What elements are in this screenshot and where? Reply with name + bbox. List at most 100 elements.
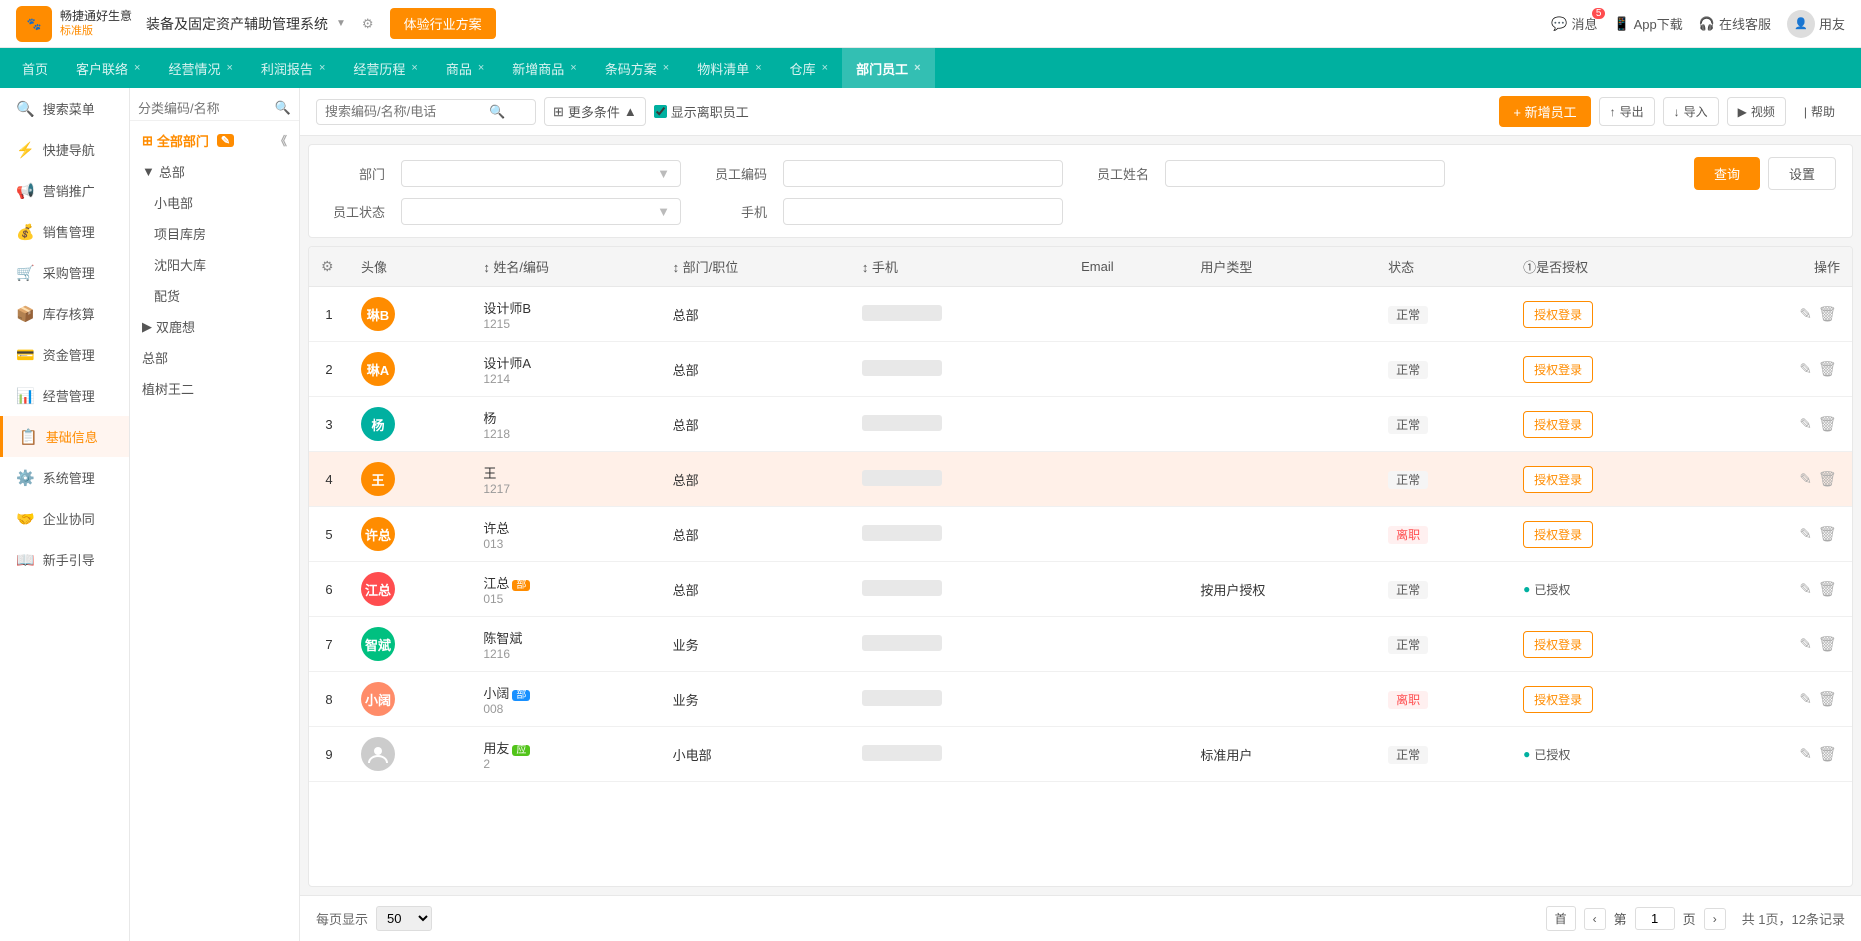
- nav-tab-经营历程[interactable]: 经营历程×: [339, 48, 431, 88]
- message-item[interactable]: 💬 消息 5: [1551, 14, 1597, 33]
- next-page-btn[interactable]: ›: [1704, 908, 1726, 930]
- nav-tab-首页[interactable]: 首页: [8, 48, 62, 88]
- set-btn[interactable]: 设置: [1768, 157, 1836, 190]
- col-setting-icon[interactable]: ⚙: [321, 258, 334, 274]
- left-nav-采购管理[interactable]: 🛒采购管理: [0, 252, 129, 293]
- th-setting[interactable]: ⚙: [309, 247, 349, 287]
- auth-login-btn[interactable]: 授权登录: [1523, 356, 1593, 383]
- dept-all-header[interactable]: ⊞ 全部部门 ✎ 《: [130, 125, 299, 156]
- delete-btn[interactable]: 🗑: [1818, 691, 1837, 708]
- edit-btn[interactable]: ✎: [1799, 746, 1812, 763]
- nav-tab-物料清单[interactable]: 物料清单×: [683, 48, 775, 88]
- left-nav-销售管理[interactable]: 💰销售管理: [0, 211, 129, 252]
- add-employee-btn[interactable]: + 新增员工: [1499, 96, 1590, 127]
- th-name[interactable]: ↕ 姓名/编码: [471, 247, 660, 287]
- dept-item-peihuo[interactable]: 配货: [130, 280, 299, 311]
- empcode-input[interactable]: [783, 160, 1063, 187]
- more-conditions-btn[interactable]: ⊞ 更多条件 ▲: [544, 97, 646, 126]
- help-btn[interactable]: | 帮助: [1794, 98, 1845, 125]
- phone-input[interactable]: [783, 198, 1063, 225]
- dept-item-xiangmukufang[interactable]: 项目库房: [130, 218, 299, 249]
- tab-close-经营历程[interactable]: ×: [411, 62, 417, 74]
- edit-btn[interactable]: ✎: [1799, 636, 1812, 653]
- page-number-input[interactable]: [1635, 907, 1675, 930]
- nav-tab-客户联络[interactable]: 客户联络×: [62, 48, 154, 88]
- auth-login-btn[interactable]: 授权登录: [1523, 631, 1593, 658]
- import-btn[interactable]: ↓ 导入: [1663, 97, 1719, 126]
- dept-search-input[interactable]: [138, 101, 271, 116]
- first-page-btn[interactable]: 首: [1546, 906, 1576, 931]
- auth-login-btn[interactable]: 授权登录: [1523, 301, 1593, 328]
- dept-group-zongbu[interactable]: ▼ 总部: [130, 156, 299, 187]
- show-resigned-checkbox[interactable]: [654, 105, 667, 118]
- left-nav-搜索菜单[interactable]: 🔍搜索菜单: [0, 88, 129, 129]
- user-item[interactable]: 👤 用友: [1787, 10, 1845, 38]
- nav-tab-部门员工[interactable]: 部门员工×: [842, 48, 934, 88]
- th-dept[interactable]: ↕ 部门/职位: [661, 247, 850, 287]
- dept-collapse-btn[interactable]: 《: [275, 132, 287, 149]
- dept-item-xiaodibu[interactable]: 小电部: [130, 187, 299, 218]
- tab-close-经营情况[interactable]: ×: [226, 62, 232, 74]
- empstatus-select[interactable]: ▼: [401, 198, 681, 225]
- dept-edit-icon[interactable]: ✎: [217, 134, 234, 147]
- left-nav-库存核算[interactable]: 📦库存核算: [0, 293, 129, 334]
- delete-btn[interactable]: 🗑: [1818, 636, 1837, 653]
- dept-search-icon[interactable]: 🔍: [275, 100, 291, 116]
- auth-login-btn[interactable]: 授权登录: [1523, 411, 1593, 438]
- left-nav-营销推广[interactable]: 📢营销推广: [0, 170, 129, 211]
- edit-btn[interactable]: ✎: [1799, 471, 1812, 488]
- nav-tab-利润报告[interactable]: 利润报告×: [247, 48, 339, 88]
- edit-btn[interactable]: ✎: [1799, 581, 1812, 598]
- delete-btn[interactable]: 🗑: [1818, 306, 1837, 323]
- export-btn[interactable]: ↑ 导出: [1599, 97, 1655, 126]
- system-dropdown-arrow[interactable]: ▼: [336, 18, 346, 29]
- auth-login-btn[interactable]: 授权登录: [1523, 686, 1593, 713]
- search-box[interactable]: 🔍: [316, 99, 536, 125]
- left-nav-企业协同[interactable]: 🤝企业协同: [0, 498, 129, 539]
- left-nav-基础信息[interactable]: 📋基础信息: [0, 416, 129, 457]
- show-resigned-label[interactable]: 显示离职员工: [654, 102, 749, 121]
- nav-tab-新增商品[interactable]: 新增商品×: [498, 48, 590, 88]
- nav-tab-仓库[interactable]: 仓库×: [776, 48, 842, 88]
- tab-close-新增商品[interactable]: ×: [570, 62, 576, 74]
- nav-tab-经营情况[interactable]: 经营情况×: [154, 48, 246, 88]
- view-btn[interactable]: ▶ 视频: [1727, 97, 1786, 126]
- app-download-item[interactable]: 📱 App下载: [1613, 14, 1682, 33]
- tab-close-仓库[interactable]: ×: [822, 62, 828, 74]
- online-service-item[interactable]: 🎧 在线客服: [1699, 14, 1771, 33]
- edit-btn[interactable]: ✎: [1799, 416, 1812, 433]
- empname-input[interactable]: [1165, 160, 1445, 187]
- left-nav-系统管理[interactable]: ⚙️系统管理: [0, 457, 129, 498]
- experience-button[interactable]: 体验行业方案: [390, 8, 496, 39]
- auth-login-btn[interactable]: 授权登录: [1523, 521, 1593, 548]
- search-icon[interactable]: 🔍: [489, 104, 505, 120]
- dept-item-zhishuwanger[interactable]: 植树王二: [130, 373, 299, 404]
- page-size-select[interactable]: 50 100: [376, 906, 432, 931]
- delete-btn[interactable]: 🗑: [1818, 526, 1837, 543]
- delete-btn[interactable]: 🗑: [1818, 471, 1837, 488]
- dept-group-shuanglu[interactable]: ▶ 双鹿想: [130, 311, 299, 342]
- left-nav-经营管理[interactable]: 📊经营管理: [0, 375, 129, 416]
- nav-tab-商品[interactable]: 商品×: [432, 48, 498, 88]
- auth-login-btn[interactable]: 授权登录: [1523, 466, 1593, 493]
- tab-close-客户联络[interactable]: ×: [134, 62, 140, 74]
- edit-btn[interactable]: ✎: [1799, 306, 1812, 323]
- edit-btn[interactable]: ✎: [1799, 691, 1812, 708]
- left-nav-快捷导航[interactable]: ⚡快捷导航: [0, 129, 129, 170]
- delete-btn[interactable]: 🗑: [1818, 361, 1837, 378]
- tab-close-利润报告[interactable]: ×: [319, 62, 325, 74]
- delete-btn[interactable]: 🗑: [1818, 746, 1837, 763]
- delete-btn[interactable]: 🗑: [1818, 581, 1837, 598]
- dept-select[interactable]: ▼: [401, 160, 681, 187]
- prev-page-btn[interactable]: ‹: [1584, 908, 1606, 930]
- settings-icon[interactable]: ⚙: [362, 16, 374, 32]
- dept-item-zongbu2[interactable]: 总部: [130, 342, 299, 373]
- delete-btn[interactable]: 🗑: [1818, 416, 1837, 433]
- left-nav-资金管理[interactable]: 💳资金管理: [0, 334, 129, 375]
- search-input[interactable]: [325, 104, 485, 119]
- tab-close-商品[interactable]: ×: [478, 62, 484, 74]
- query-btn[interactable]: 查询: [1694, 157, 1760, 190]
- dept-item-shenyangdaku[interactable]: 沈阳大库: [130, 249, 299, 280]
- tab-close-条码方案[interactable]: ×: [663, 62, 669, 74]
- tab-close-部门员工[interactable]: ×: [914, 62, 920, 74]
